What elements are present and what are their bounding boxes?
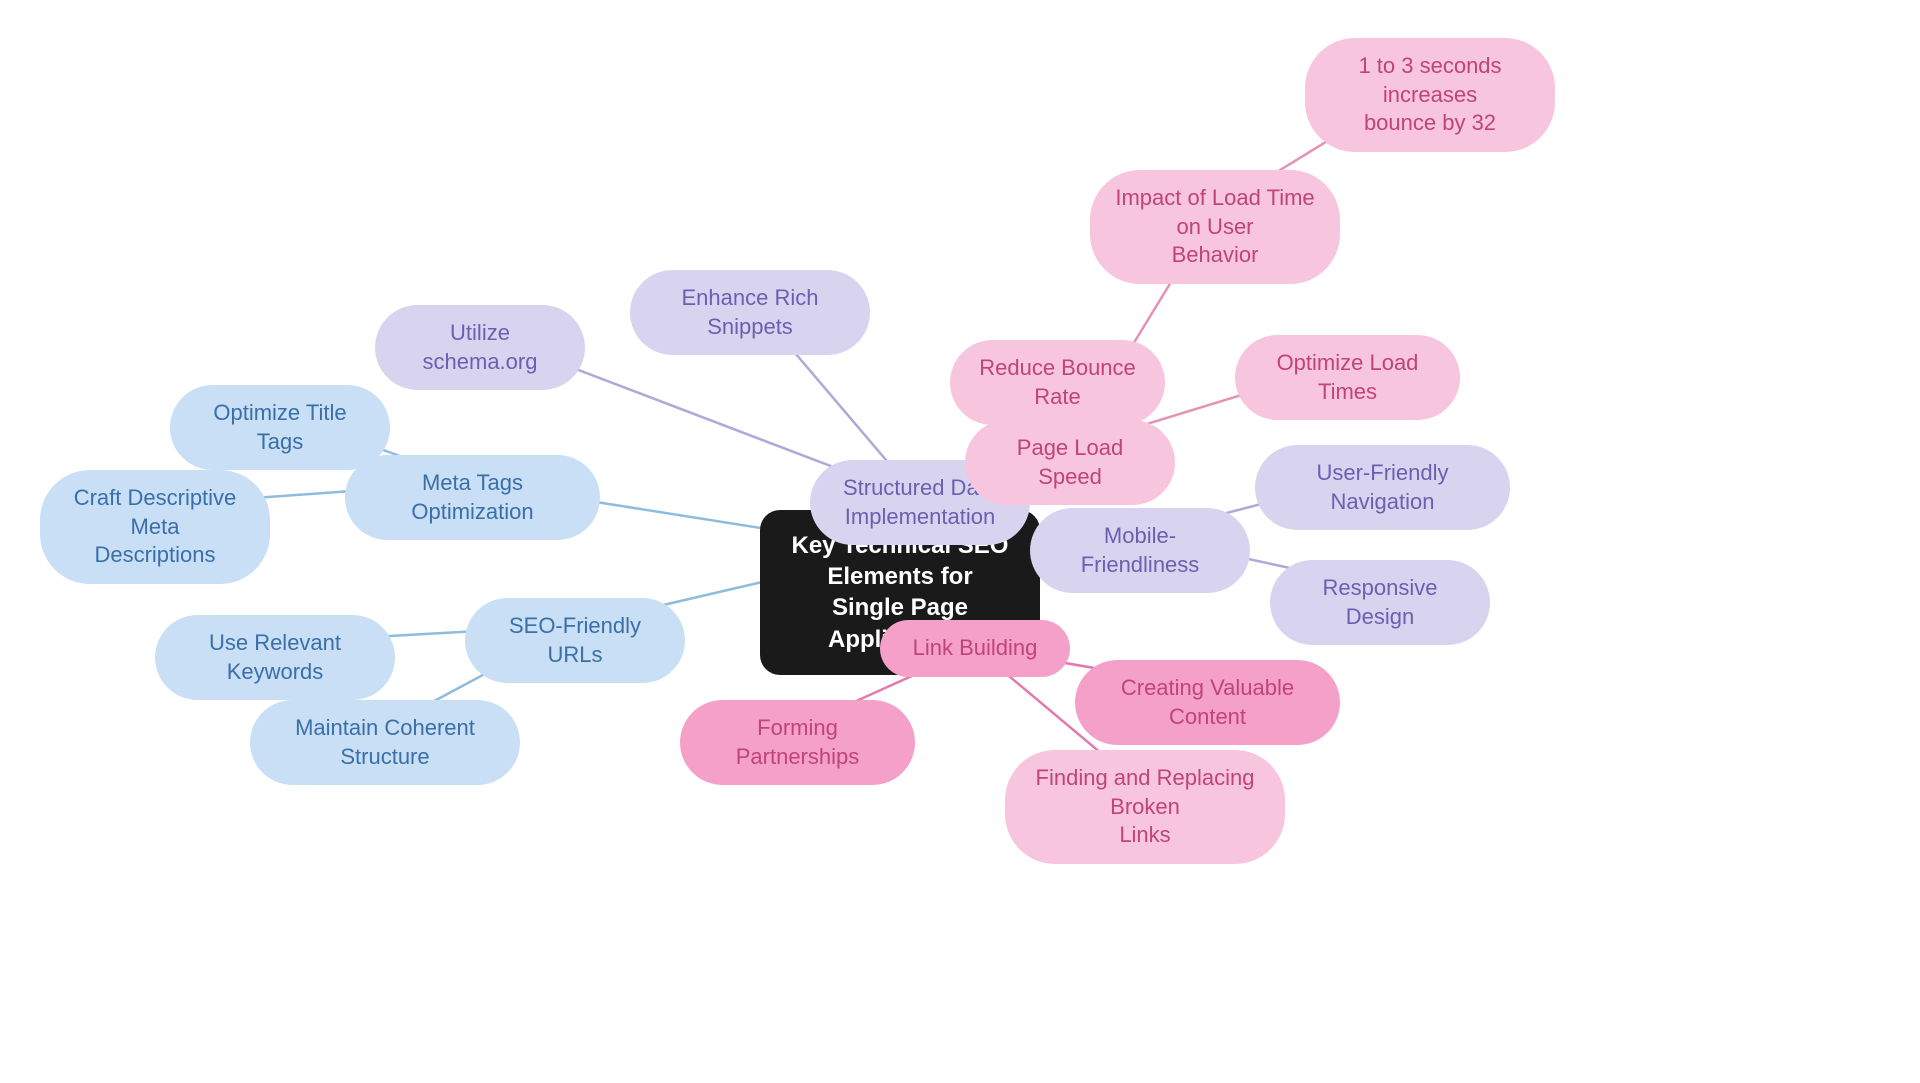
node-creating-valuable[interactable]: Creating Valuable Content bbox=[1075, 660, 1340, 745]
node-seo-urls[interactable]: SEO-Friendly URLs bbox=[465, 598, 685, 683]
node-optimize-title[interactable]: Optimize Title Tags bbox=[170, 385, 390, 470]
node-page-load[interactable]: Page Load Speed bbox=[965, 420, 1175, 505]
node-meta-tags[interactable]: Meta Tags Optimization bbox=[345, 455, 600, 540]
node-craft-meta[interactable]: Craft Descriptive MetaDescriptions bbox=[40, 470, 270, 584]
node-finding-broken[interactable]: Finding and Replacing BrokenLinks bbox=[1005, 750, 1285, 864]
node-forming-partnerships[interactable]: Forming Partnerships bbox=[680, 700, 915, 785]
node-maintain-structure[interactable]: Maintain Coherent Structure bbox=[250, 700, 520, 785]
node-responsive-design[interactable]: Responsive Design bbox=[1270, 560, 1490, 645]
node-bounce-stat[interactable]: 1 to 3 seconds increasesbounce by 32 bbox=[1305, 38, 1555, 152]
node-enhance-rich[interactable]: Enhance Rich Snippets bbox=[630, 270, 870, 355]
node-link-building[interactable]: Link Building bbox=[880, 620, 1070, 677]
node-mobile-friendly[interactable]: Mobile-Friendliness bbox=[1030, 508, 1250, 593]
node-use-keywords[interactable]: Use Relevant Keywords bbox=[155, 615, 395, 700]
mind-map: Key Technical SEO Elements for Single Pa… bbox=[0, 0, 1920, 1083]
node-reduce-bounce[interactable]: Reduce Bounce Rate bbox=[950, 340, 1165, 425]
node-impact-load[interactable]: Impact of Load Time on UserBehavior bbox=[1090, 170, 1340, 284]
node-utilize-schema[interactable]: Utilize schema.org bbox=[375, 305, 585, 390]
node-optimize-times[interactable]: Optimize Load Times bbox=[1235, 335, 1460, 420]
node-user-friendly-nav[interactable]: User-Friendly Navigation bbox=[1255, 445, 1510, 530]
